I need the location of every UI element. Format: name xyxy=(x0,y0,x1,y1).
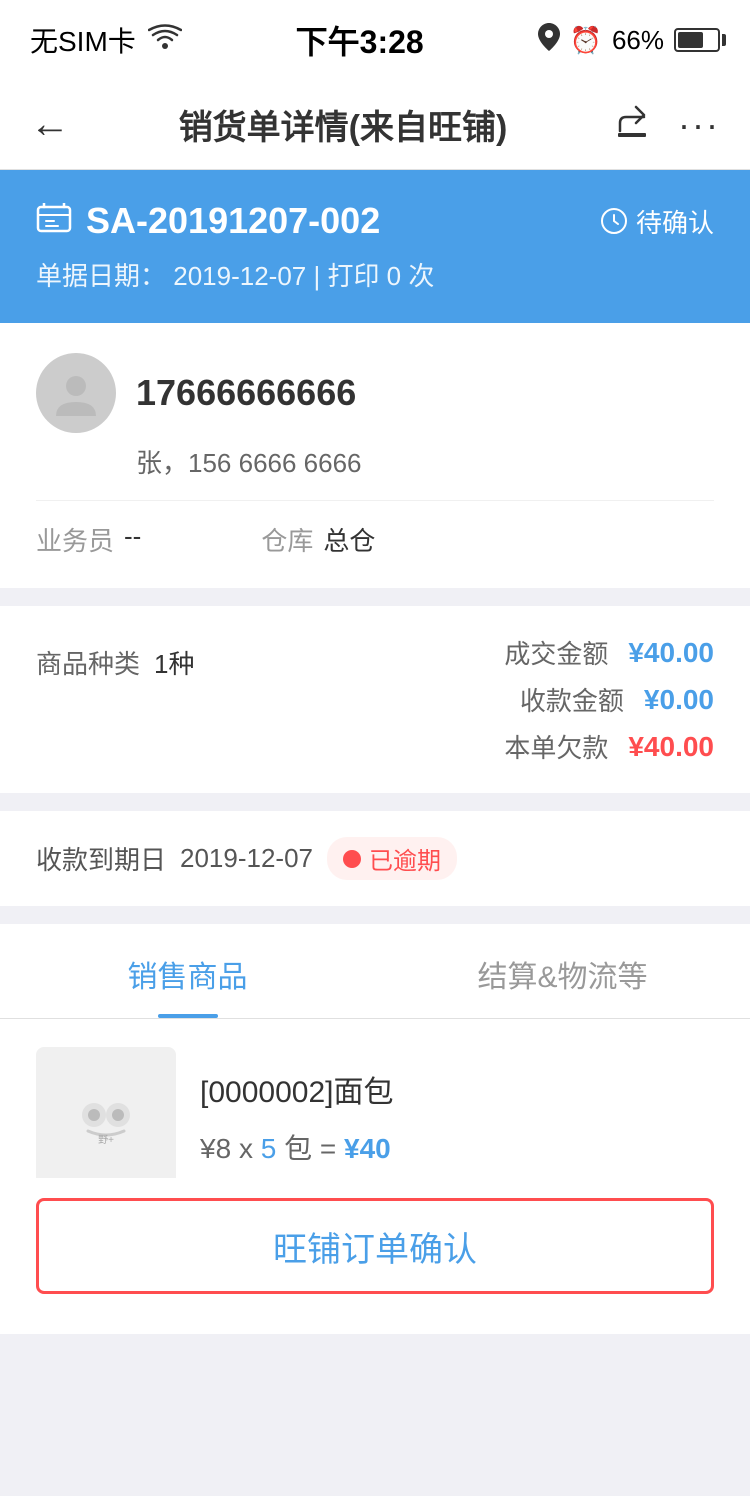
svg-text:野+: 野+ xyxy=(98,1134,114,1146)
nav-bar: ← 销货单详情(来自旺铺) ··· xyxy=(0,80,750,170)
customer-phone: 17666666666 xyxy=(136,372,356,414)
confirm-order-button[interactable]: 旺铺订单确认 xyxy=(36,1198,714,1294)
customer-section: 17666666666 张，156 6666 6666 业务员 -- 仓库 总仓 xyxy=(0,323,750,588)
battery-icon xyxy=(674,28,720,52)
due-label: 收款到期日 xyxy=(36,840,166,877)
back-button[interactable]: ← xyxy=(30,102,70,147)
due-section: 收款到期日 2019-12-07 已逾期 xyxy=(0,811,750,906)
share-button[interactable] xyxy=(616,103,648,147)
overdue-label: 已逾期 xyxy=(369,841,441,876)
product-name: [0000002]面包 xyxy=(200,1067,714,1111)
order-icon xyxy=(36,200,72,242)
received-value: ¥0.00 xyxy=(644,684,714,716)
tabs-section: 销售商品 结算&物流等 野+ [0000002]面包 xyxy=(0,924,750,1216)
order-status: 待确认 xyxy=(600,203,714,240)
salesperson-value: -- xyxy=(124,521,141,558)
status-indicators: ⏰ 66% xyxy=(538,23,720,58)
amount-label: 成交金额 xyxy=(504,634,608,671)
summary-section: 商品种类 1种 成交金额 ¥40.00 收款金额 ¥0.00 本单欠款 ¥40.… xyxy=(0,606,750,793)
order-id: SA-20191207-002 xyxy=(36,200,380,242)
status-carrier-wifi: 无SIM卡 xyxy=(30,20,182,60)
product-total: ¥40 xyxy=(344,1133,391,1164)
category-label: 商品种类 xyxy=(36,644,140,681)
nav-actions: ··· xyxy=(616,103,720,147)
warehouse-label: 仓库 xyxy=(261,521,313,558)
tab-sales-products[interactable]: 销售商品 xyxy=(0,924,375,1018)
tab-settlement[interactable]: 结算&物流等 xyxy=(375,924,750,1018)
battery-text: 66% xyxy=(612,25,664,56)
customer-details: 业务员 -- 仓库 总仓 xyxy=(36,521,714,558)
product-image: 野+ xyxy=(36,1047,176,1187)
category-value: 1种 xyxy=(154,644,194,681)
page-title: 销货单详情(来自旺铺) xyxy=(179,100,508,149)
status-time: 下午3:28 xyxy=(296,17,424,63)
overdue-dot xyxy=(343,850,361,868)
salesperson-label: 业务员 xyxy=(36,521,114,558)
received-label: 收款金额 xyxy=(520,681,624,718)
owed-value: ¥40.00 xyxy=(628,731,714,763)
owed-label: 本单欠款 xyxy=(504,728,608,765)
location-icon xyxy=(538,23,560,58)
wifi-icon xyxy=(148,24,182,57)
amount-value: ¥40.00 xyxy=(628,637,714,669)
customer-avatar xyxy=(36,353,116,433)
alarm-icon: ⏰ xyxy=(570,25,602,56)
tabs-header: 销售商品 结算&物流等 xyxy=(0,924,750,1019)
order-meta: 单据日期： 2019-12-07 | 打印 0 次 xyxy=(36,256,714,293)
due-date: 2019-12-07 xyxy=(180,843,313,874)
product-price: ¥8 x 5 包 = ¥40 xyxy=(200,1127,714,1167)
confirm-btn-area: 旺铺订单确认 xyxy=(0,1178,750,1334)
product-qty: 5 xyxy=(261,1133,277,1164)
order-header: SA-20191207-002 待确认 单据日期： 2019-12-07 | 打… xyxy=(0,170,750,323)
product-info: [0000002]面包 ¥8 x 5 包 = ¥40 xyxy=(200,1067,714,1167)
more-button[interactable]: ··· xyxy=(678,104,720,146)
overdue-badge: 已逾期 xyxy=(327,837,457,880)
customer-name: 张，156 6666 6666 xyxy=(36,443,714,480)
carrier-text: 无SIM卡 xyxy=(30,20,136,60)
status-bar: 无SIM卡 下午3:28 ⏰ 66% xyxy=(0,0,750,80)
warehouse-value: 总仓 xyxy=(323,521,375,558)
